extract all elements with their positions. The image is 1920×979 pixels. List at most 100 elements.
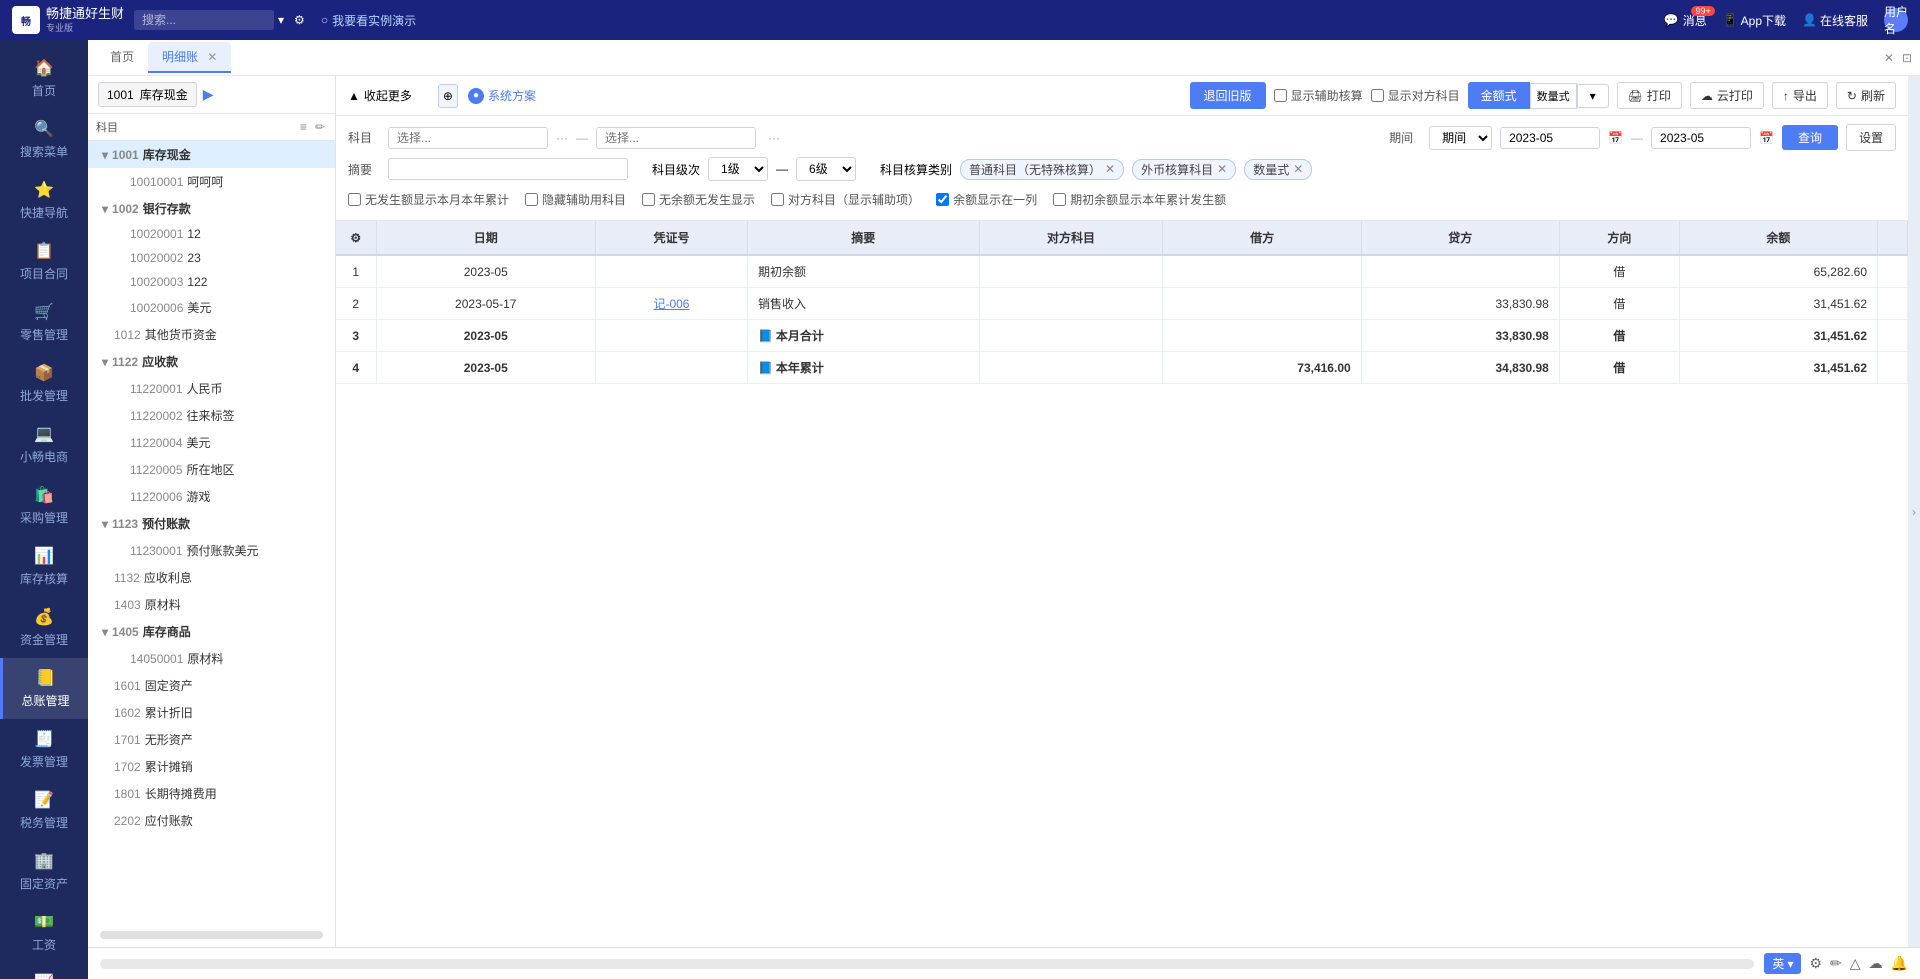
sidebar-item-search[interactable]: 🔍搜索菜单 — [0, 109, 88, 170]
subject-end-options-btn[interactable]: ··· — [768, 131, 780, 145]
sidebar-item-retail[interactable]: 🛒零售管理 — [0, 292, 88, 353]
level-end-select[interactable]: 6级 — [796, 157, 856, 181]
return-old-btn[interactable]: 退回旧版 — [1190, 82, 1266, 109]
view-quantity-btn[interactable]: 数量式 — [1530, 83, 1577, 109]
sidebar-item-assets[interactable]: 🏢固定资产 — [0, 841, 88, 902]
view-money-btn[interactable]: 金额式 — [1468, 82, 1530, 109]
tree-item-11220005[interactable]: 11220005所在地区 — [88, 456, 335, 483]
sidebar-item-tax[interactable]: 📝税务管理 — [0, 780, 88, 841]
tree-item-11220006[interactable]: 11220006游戏 — [88, 483, 335, 510]
tag-quantity-close[interactable]: ✕ — [1293, 162, 1303, 176]
lang-btn[interactable]: 英 ▾ — [1764, 953, 1801, 974]
sidebar-item-wholesale[interactable]: 📦批发管理 — [0, 353, 88, 414]
view-dropdown-btn[interactable]: ▾ — [1577, 84, 1609, 108]
tag-foreign-close[interactable]: ✕ — [1217, 162, 1227, 176]
query-btn[interactable]: 查询 — [1782, 125, 1838, 150]
cloud-print-btn[interactable]: ☁ 云打印 — [1690, 82, 1764, 109]
scheme-btn[interactable]: ● 系统方案 — [468, 87, 536, 104]
subject-end-input[interactable] — [596, 127, 756, 149]
sidebar-item-quicknav[interactable]: ⭐快捷导航 — [0, 170, 88, 231]
sidebar-item-invoice[interactable]: 🧾发票管理 — [0, 719, 88, 780]
summary-input[interactable] — [388, 158, 628, 180]
tree-item-10020003[interactable]: 10020003122 — [88, 270, 335, 294]
tree-item-1403[interactable]: 1403原材料 — [88, 591, 335, 618]
tree-item-1123[interactable]: ▾1123预付账款 — [88, 510, 335, 537]
tree-item-1002[interactable]: ▾1002银行存款 — [88, 195, 335, 222]
tab-close-all[interactable]: ✕ — [1884, 51, 1894, 65]
show-opposite-checkbox[interactable] — [1371, 89, 1384, 102]
search-dropdown-icon[interactable]: ▾ — [278, 13, 284, 27]
bottom-icon-5[interactable]: 🔔 — [1891, 955, 1908, 972]
bottom-icon-1[interactable]: ⚙ — [1809, 955, 1822, 972]
th-config[interactable]: ⚙ — [336, 221, 376, 255]
chk-no-balance-input[interactable] — [642, 193, 655, 206]
export-btn[interactable]: ↑ 导出 — [1772, 82, 1828, 109]
tree-item-1001[interactable]: ▾1001库存现金 — [88, 141, 335, 168]
tree-item-1601[interactable]: 1601固定资产 — [88, 672, 335, 699]
tree-item-10020006[interactable]: 10020006美元 — [88, 294, 335, 321]
tab-home[interactable]: 首页 — [96, 42, 148, 73]
period-end-icon[interactable]: 📅 — [1759, 131, 1774, 145]
tree-item-1701[interactable]: 1701无形资产 — [88, 726, 335, 753]
tag-normal-close[interactable]: ✕ — [1105, 162, 1115, 176]
account-nav-arrow[interactable]: ▶ — [203, 86, 214, 103]
tree-item-2202[interactable]: 2202应付账款 — [88, 807, 335, 834]
tree-item-14050001[interactable]: 14050001原材料 — [88, 645, 335, 672]
tree-item-1602[interactable]: 1602累计折旧 — [88, 699, 335, 726]
chk-no-occur-input[interactable] — [348, 193, 361, 206]
sidebar-item-home[interactable]: 🏠首页 — [0, 48, 88, 109]
period-end-input[interactable] — [1651, 127, 1751, 149]
tree-item-1132[interactable]: 1132应收利息 — [88, 564, 335, 591]
chk-hide-assist-input[interactable] — [525, 193, 538, 206]
tree-item-10020001[interactable]: 1002000112 — [88, 222, 335, 246]
app-download-btn[interactable]: 📱 App下载 — [1723, 12, 1786, 29]
tab-menu[interactable]: ⊡ — [1902, 51, 1912, 65]
level-start-select[interactable]: 1级 — [708, 157, 768, 181]
tab-detail[interactable]: 明细账 ✕ — [148, 42, 231, 73]
tree-nav-list-icon[interactable]: ≡ — [298, 118, 309, 136]
sidebar-item-purchase[interactable]: 🛍️采购管理 — [0, 475, 88, 536]
expand-side[interactable]: › — [1908, 76, 1920, 947]
tree-item-11220001[interactable]: 11220001人民币 — [88, 375, 335, 402]
chk-opening-balance-input[interactable] — [1053, 193, 1066, 206]
sidebar-item-accounting[interactable]: 📒总账管理 — [0, 658, 88, 719]
collapse-more-btn[interactable]: ▲ 收起更多 — [348, 87, 412, 104]
bottom-scrollbar[interactable] — [100, 959, 1754, 969]
period-icon[interactable]: 📅 — [1608, 131, 1623, 145]
sidebar-item-ecommerce[interactable]: 💻小畅电商 — [0, 414, 88, 475]
show-assist-checkbox[interactable] — [1274, 89, 1287, 102]
sidebar-item-finance[interactable]: 💰资金管理 — [0, 597, 88, 658]
tree-item-1122[interactable]: ▾1122应收款 — [88, 348, 335, 375]
chk-balance-col-input[interactable] — [936, 193, 949, 206]
tree-item-1012[interactable]: 1012其他货币资金 — [88, 321, 335, 348]
tree-item-11220004[interactable]: 11220004美元 — [88, 429, 335, 456]
tree-scrollbar[interactable] — [100, 931, 323, 939]
tree-item-1702[interactable]: 1702累计摊销 — [88, 753, 335, 780]
online-service-btn[interactable]: 👤 在线客服 — [1802, 12, 1868, 29]
chk-opposite-input[interactable] — [771, 193, 784, 206]
voucher-link-2[interactable]: 记-006 — [653, 297, 689, 311]
subject-options-btn[interactable]: ··· — [556, 131, 568, 145]
user-avatar[interactable]: 用户名 — [1884, 8, 1908, 32]
topbar-gear-icon[interactable]: ⚙ — [294, 13, 305, 27]
subject-start-input[interactable] — [388, 127, 548, 149]
tree-item-1405[interactable]: ▾1405库存商品 — [88, 618, 335, 645]
period-start-input[interactable] — [1500, 127, 1600, 149]
refresh-btn[interactable]: ↻ 刷新 — [1836, 82, 1896, 109]
period-type-select[interactable]: 期间 — [1429, 126, 1492, 150]
sidebar-item-management[interactable]: 📈经营管理 — [0, 963, 88, 979]
tree-item-10020002[interactable]: 1002000223 — [88, 246, 335, 270]
tree-item-10010001[interactable]: 10010001呵呵呵 — [88, 168, 335, 195]
bottom-icon-3[interactable]: △ — [1850, 955, 1861, 972]
tree-item-1801[interactable]: 1801长期待摊费用 — [88, 780, 335, 807]
message-btn[interactable]: 💬 消息 99+ — [1664, 12, 1707, 29]
sidebar-item-project[interactable]: 📋项目合同 — [0, 231, 88, 292]
setting-btn[interactable]: 设置 — [1846, 124, 1896, 151]
print-btn[interactable]: 🖨 打印 — [1617, 82, 1682, 109]
demo-link[interactable]: ○ 我要看实例演示 — [321, 12, 416, 29]
tab-close-detail[interactable]: ✕ — [207, 50, 217, 64]
tree-item-11220002[interactable]: 11220002往来标签 — [88, 402, 335, 429]
tree-nav-edit-icon[interactable]: ✏ — [313, 118, 327, 136]
bottom-icon-4[interactable]: ☁ — [1869, 955, 1883, 972]
bottom-icon-2[interactable]: ✏ — [1830, 955, 1842, 972]
